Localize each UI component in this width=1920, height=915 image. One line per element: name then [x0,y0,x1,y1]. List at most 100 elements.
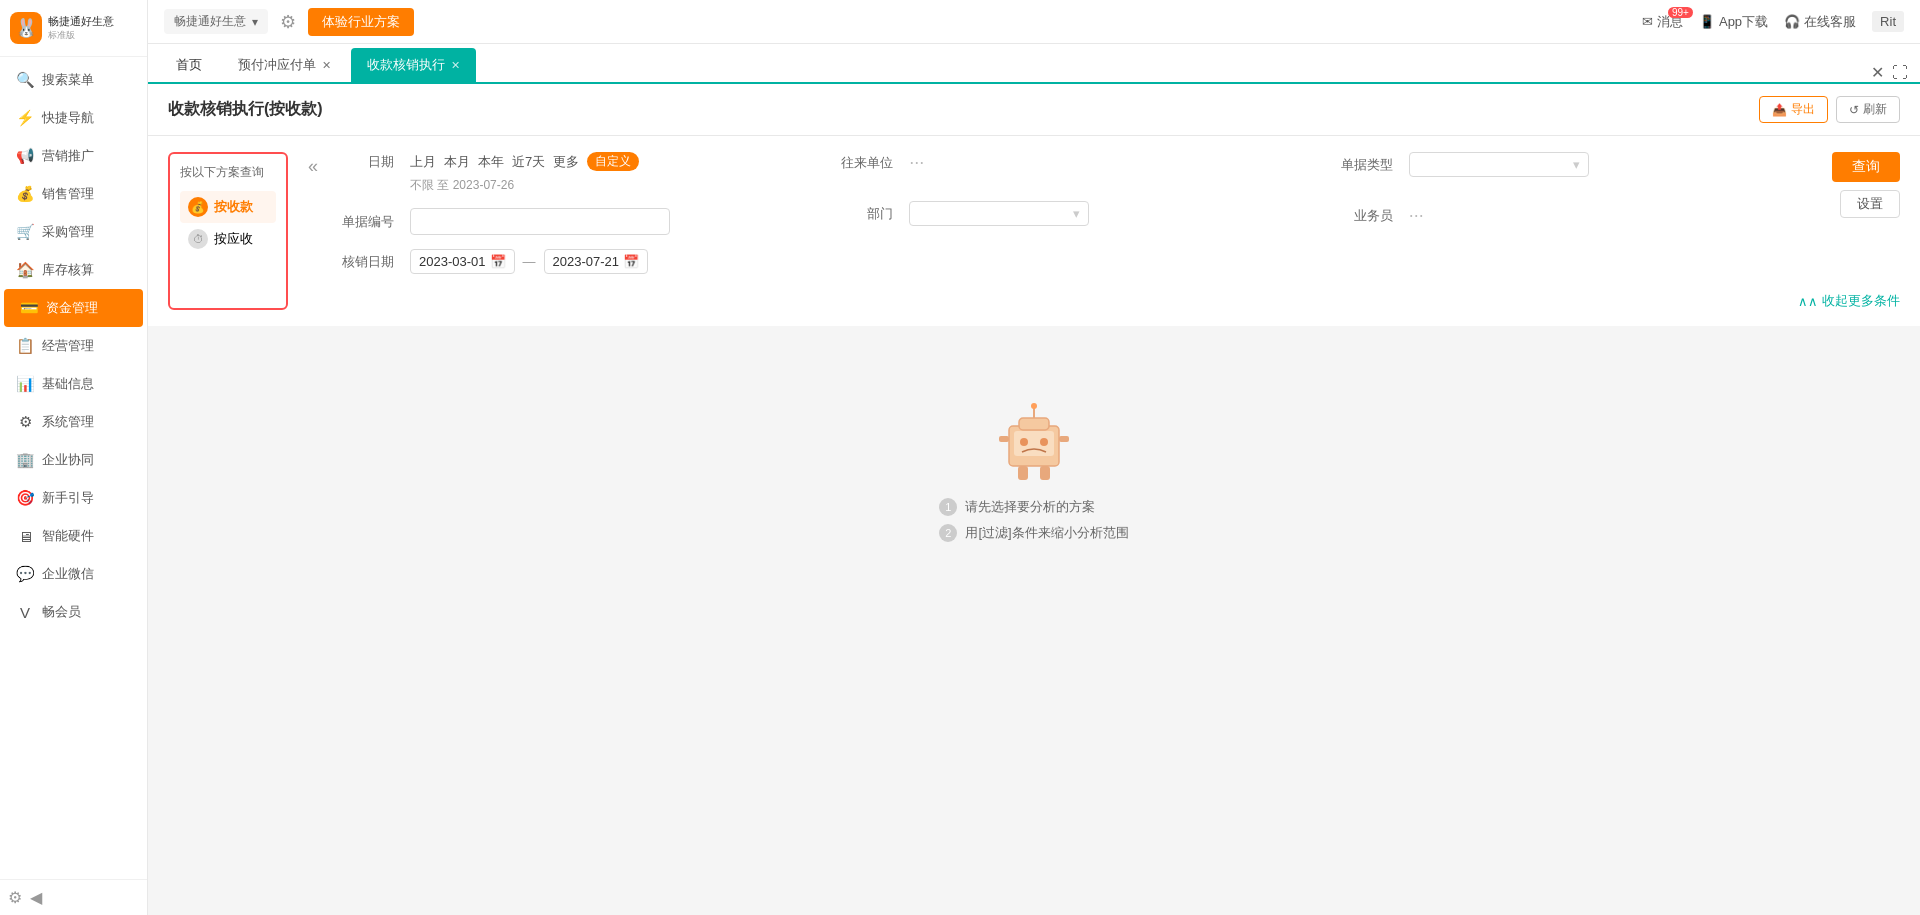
sidebar-item-marketing[interactable]: 📢营销推广 [0,137,147,175]
sidebar-label-guide: 新手引导 [42,489,94,507]
staff-picker[interactable]: ··· [1409,205,1424,226]
tabbar: 首页 预付冲应付单 ✕ 收款核销执行 ✕ ✕ ⛶ [148,44,1920,84]
sidebar-item-search[interactable]: 🔍搜索菜单 [0,61,147,99]
filter-row-dept: 部门 ▾ [833,201,1316,226]
marketing-icon: 📢 [16,147,34,165]
verify-date-start-wrap[interactable]: 2023-03-01 📅 [410,249,515,274]
filter-collapse-icon[interactable]: « [308,156,318,177]
dept-label: 部门 [833,205,893,223]
date-7days[interactable]: 近7天 [512,153,545,171]
collapse-up-icon: ∧∧ [1798,294,1818,309]
sidebar-item-guide[interactable]: 🎯新手引导 [0,479,147,517]
voucher-type-select[interactable]: ▾ [1409,152,1589,177]
sidebar-item-finance[interactable]: 💳 资金管理 [4,289,143,327]
counterpart-picker[interactable]: ··· [909,152,924,173]
tab-home[interactable]: 首页 [160,48,218,82]
chevron-down-dept: ▾ [1073,206,1080,221]
calendar-icon-end[interactable]: 📅 [623,254,639,269]
expand-icon[interactable]: ⛶ [1892,64,1908,82]
date-more[interactable]: 更多 [553,153,579,171]
collapse-sidebar-icon[interactable]: ◀ [30,888,42,907]
filter-option-by-receivable[interactable]: ⏱ 按应收 [180,223,276,255]
user-profile[interactable]: Rit [1872,11,1904,32]
gear-icon[interactable]: ⚙ [280,11,296,33]
counterpart-label: 往来单位 [833,154,893,172]
topbar-brand: 畅捷通好生意 ▾ [164,9,268,34]
svg-rect-10 [1040,466,1050,480]
filter-row-verify-date: 核销日期 2023-03-01 📅 — 2023-07-21 📅 [334,249,817,274]
sidebar-label-sales: 销售管理 [42,185,94,203]
solution-button[interactable]: 体验行业方案 [308,8,414,36]
verify-date-end-wrap[interactable]: 2023-07-21 📅 [544,249,649,274]
svg-point-3 [1040,438,1048,446]
empty-tip-text-2: 用[过滤]条件来缩小分析范围 [965,524,1128,542]
sidebar: 🐰 畅捷通好生意 标准版 🔍搜索菜单 ⚡快捷导航 📢营销推广 💰销售管理 🛒采购… [0,0,148,915]
message-icon: ✉ [1642,14,1653,29]
collapse-more[interactable]: ∧∧ 收起更多条件 [334,288,1900,310]
empty-tip-row-1: 1 请先选择要分析的方案 [939,498,1128,516]
sidebar-item-purchase[interactable]: 🛒采购管理 [0,213,147,251]
svg-rect-9 [1018,466,1028,480]
tab-home-label: 首页 [176,56,202,74]
tip-num-1: 1 [939,498,957,516]
sidebar-item-hardware[interactable]: 🖥智能硬件 [0,517,147,555]
logo-text-wrap: 畅捷通好生意 标准版 [48,14,114,41]
sidebar-item-wechat[interactable]: 💬企业微信 [0,555,147,593]
filter-row-voucher: 单据编号 [334,208,817,235]
sidebar-label-finance: 资金管理 [46,299,98,317]
empty-tips: 1 请先选择要分析的方案 2 用[过滤]条件来缩小分析范围 [939,498,1128,542]
svg-point-2 [1020,438,1028,446]
operations-icon: 📋 [16,337,34,355]
empty-tip-text-1: 请先选择要分析的方案 [965,498,1095,516]
settings-icon[interactable]: ⚙ [8,888,22,907]
date-last-month[interactable]: 上月 [410,153,436,171]
filter-row-date-range: 不限 至 2023-07-26 [334,177,817,194]
sidebar-item-operations[interactable]: 📋经营管理 [0,327,147,365]
online-service-button[interactable]: 🎧 在线客服 [1784,13,1856,31]
date-custom-tag[interactable]: 自定义 [587,152,639,171]
basic-icon: 📊 [16,375,34,393]
sales-icon: 💰 [16,185,34,203]
purchase-icon: 🛒 [16,223,34,241]
setting-button[interactable]: 设置 [1840,190,1900,218]
sidebar-item-quicknav[interactable]: ⚡快捷导航 [0,99,147,137]
tab-collection-close[interactable]: ✕ [451,59,460,72]
message-badge: 99+ [1668,7,1693,18]
finance-icon: 💳 [20,299,38,317]
dept-select[interactable]: ▾ [909,201,1089,226]
sidebar-item-member[interactable]: V畅会员 [0,593,147,631]
logo-badge: 标准版 [48,29,114,42]
filter-option-by-receipt[interactable]: 💰 按收款 [180,191,276,223]
sidebar-item-system[interactable]: ⚙系统管理 [0,403,147,441]
date-this-year[interactable]: 本年 [478,153,504,171]
svg-rect-4 [999,436,1009,442]
hardware-icon: 🖥 [16,528,34,545]
export-button[interactable]: 📤 导出 [1759,96,1828,123]
voucher-input[interactable] [410,208,670,235]
sidebar-item-inventory[interactable]: 🏠库存核算 [0,251,147,289]
refresh-button[interactable]: ↺ 刷新 [1836,96,1900,123]
message-button[interactable]: ✉ 消息 99+ [1642,13,1683,31]
sidebar-item-sales[interactable]: 💰 销售管理 [0,175,147,213]
chevron-down-icon[interactable]: ▾ [252,15,258,29]
date-shortcuts: 上月 本月 本年 近7天 更多 自定义 [410,152,639,171]
export-icon: 📤 [1772,103,1787,117]
service-icon: 🎧 [1784,14,1800,29]
main-area: 畅捷通好生意 ▾ ⚙ 体验行业方案 ✉ 消息 99+ 📱 App下载 🎧 在线客… [148,0,1920,915]
svg-rect-5 [1059,436,1069,442]
sidebar-item-basic[interactable]: 📊基础信息 [0,365,147,403]
calendar-icon-start[interactable]: 📅 [490,254,506,269]
topbar: 畅捷通好生意 ▾ ⚙ 体验行业方案 ✉ 消息 99+ 📱 App下载 🎧 在线客… [148,0,1920,44]
tabbar-actions: ✕ ⛶ [1871,63,1908,82]
sidebar-item-corp[interactable]: 🏢企业协同 [0,441,147,479]
sidebar-label-wechat: 企业微信 [42,565,94,583]
app-download-button[interactable]: 📱 App下载 [1699,13,1768,31]
date-this-month[interactable]: 本月 [444,153,470,171]
tab-prepay-close[interactable]: ✕ [322,59,331,72]
tab-prepay[interactable]: 预付冲应付单 ✕ [222,48,347,82]
query-button[interactable]: 查询 [1832,152,1900,182]
sidebar-label-search: 搜索菜单 [42,71,94,89]
collapse-label: 收起更多条件 [1822,292,1900,310]
tab-collection[interactable]: 收款核销执行 ✕ [351,48,476,82]
close-tab-icon[interactable]: ✕ [1871,63,1884,82]
